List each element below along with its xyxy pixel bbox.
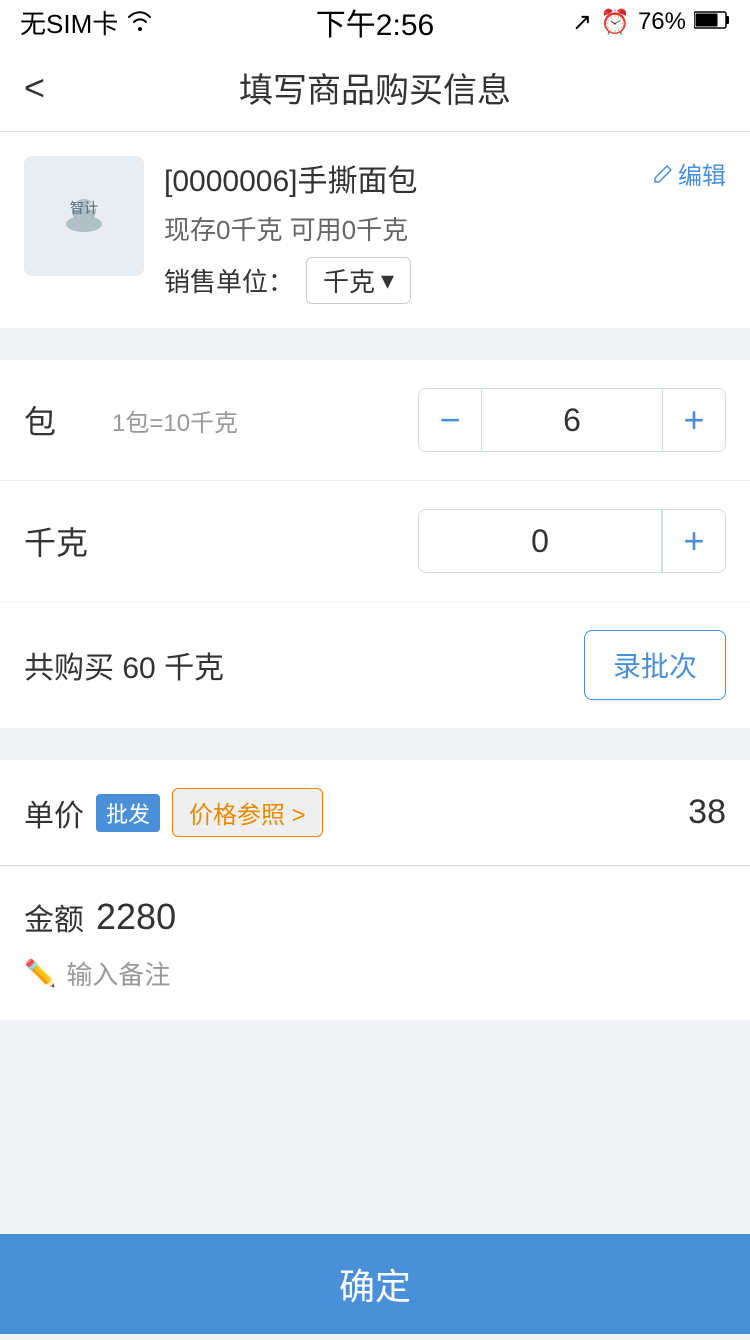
bag-label: 包 [24, 397, 104, 443]
bag-increase-button[interactable]: + [662, 388, 726, 452]
product-image: 智计 [24, 156, 144, 276]
battery-text: 76% [638, 8, 686, 36]
amount-value: 2280 [96, 896, 176, 938]
product-info: [0000006]手撕面包 编辑 现存0千克 可用0千克 销售单位： 千克 ▾ [164, 156, 726, 304]
unit-label: 销售单位： [164, 262, 294, 299]
pifa-badge: 批发 [96, 794, 160, 832]
bag-controls: − + [418, 388, 726, 452]
kg-quantity-row: 千克 + [0, 481, 750, 602]
kg-controls: + [418, 509, 726, 573]
wifi-icon [126, 7, 154, 38]
notes-placeholder: 输入备注 [66, 955, 170, 992]
price-section: 单价 批发 价格参照 > 38 [0, 760, 750, 865]
alarm-icon: ⏰ [600, 8, 630, 37]
bag-quantity-input[interactable] [482, 388, 662, 452]
status-right: ↗ ⏰ 76% [572, 8, 730, 37]
pencil-icon: ✏️ [24, 958, 56, 989]
price-label: 单价 [24, 791, 84, 835]
product-section: 智计 [0000006]手撕面包 编辑 现存0千克 可用0千克 销售单位： 千克… [0, 132, 750, 328]
quantity-section: 包 1包=10千克 − + 千克 + [0, 360, 750, 602]
svg-text:智计: 智计 [70, 200, 98, 216]
amount-section: 金额 2280 ✏️ 输入备注 [0, 867, 750, 1020]
divider-1 [0, 344, 750, 360]
unit-select[interactable]: 千克 ▾ [306, 257, 411, 304]
dropdown-icon: ▾ [381, 265, 394, 296]
kg-quantity-input[interactable] [418, 509, 662, 573]
nav-bar: < 填写商品购买信息 [0, 44, 750, 132]
price-row: 单价 批发 价格参照 > 38 [24, 788, 726, 837]
amount-label: 金额 [24, 895, 84, 939]
edit-button[interactable]: 编辑 [652, 156, 726, 191]
kg-increase-button[interactable]: + [662, 509, 726, 573]
product-name: [0000006]手撕面包 [164, 156, 417, 200]
product-header: [0000006]手撕面包 编辑 [164, 156, 726, 200]
kg-label: 千克 [24, 518, 104, 564]
status-bar: 无SIM卡 下午2:56 ↗ ⏰ 76% [0, 0, 750, 44]
price-left: 单价 批发 价格参照 > [24, 788, 323, 837]
battery-icon [694, 8, 730, 36]
thin-divider [0, 865, 750, 866]
back-button[interactable]: < [24, 67, 45, 109]
product-unit-row: 销售单位： 千克 ▾ [164, 257, 726, 304]
total-row: 共购买 60 千克 录批次 [0, 602, 750, 728]
product-stock: 现存0千克 可用0千克 [164, 210, 726, 247]
page-title: 填写商品购买信息 [239, 63, 511, 112]
bag-quantity-row: 包 1包=10千克 − + [0, 360, 750, 481]
notes-row[interactable]: ✏️ 输入备注 [24, 955, 726, 992]
carrier-text: 无SIM卡 [20, 4, 118, 41]
confirm-button[interactable]: 确定 [0, 1234, 750, 1334]
price-value: 38 [688, 793, 726, 832]
bag-hint: 1包=10千克 [112, 403, 418, 438]
total-text: 共购买 60 千克 [24, 643, 224, 687]
location-icon: ↗ [572, 8, 592, 37]
status-time: 下午2:56 [316, 0, 434, 44]
bag-decrease-button[interactable]: − [418, 388, 482, 452]
amount-row: 金额 2280 [24, 895, 726, 939]
status-left: 无SIM卡 [20, 4, 154, 41]
record-batch-button[interactable]: 录批次 [584, 630, 726, 700]
price-reference-button[interactable]: 价格参照 > [172, 788, 323, 837]
divider-2 [0, 744, 750, 760]
